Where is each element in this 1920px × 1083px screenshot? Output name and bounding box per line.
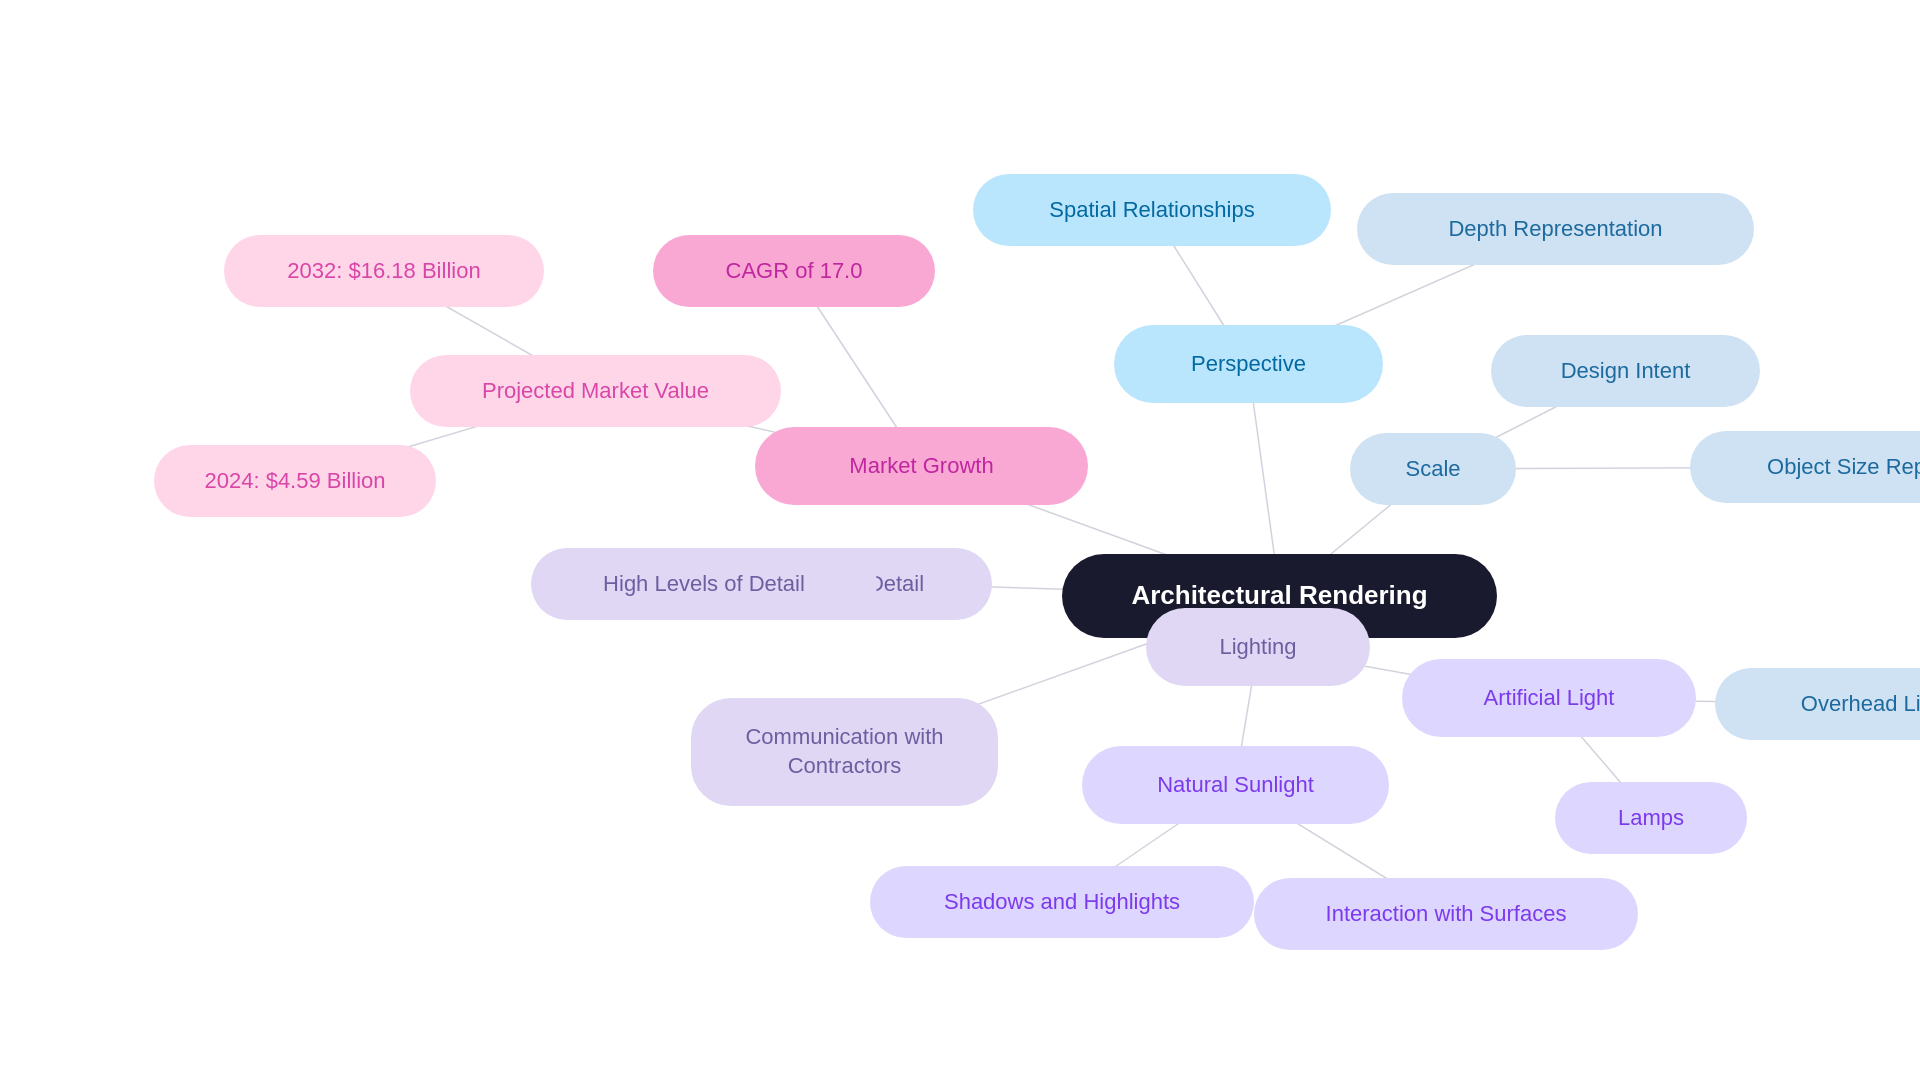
node-obj_size-label: Object Size Representation [1767,453,1920,482]
node-shadows-label: Shadows and Highlights [944,888,1180,917]
node-design_intent[interactable]: Design Intent [1491,335,1760,407]
node-interaction-label: Interaction with Surfaces [1326,900,1567,929]
node-perspective-label: Perspective [1191,350,1306,379]
node-val2024[interactable]: 2024: $4.59 Billion [154,445,436,517]
node-lamps-label: Lamps [1618,804,1684,833]
node-val2024-label: 2024: $4.59 Billion [204,467,385,496]
node-val2032-label: 2032: $16.18 Billion [287,257,480,286]
node-depth-label: Depth Representation [1448,215,1662,244]
node-lighting[interactable]: Lighting [1146,608,1370,686]
node-design_intent-label: Design Intent [1561,357,1691,386]
node-obj_size[interactable]: Object Size Representation [1690,431,1920,503]
node-comm_contractors-label: Communication with Contractors [719,723,970,780]
node-cagr-label: CAGR of 17.0 [726,257,863,286]
node-val2032[interactable]: 2032: $16.18 Billion [224,235,544,307]
mind-map-canvas: Architectural RenderingMarket GrowthCAGR… [0,0,1920,1083]
node-lighting-label: Lighting [1219,633,1296,662]
node-scale[interactable]: Scale [1350,433,1516,505]
node-natural_sun[interactable]: Natural Sunlight [1082,746,1389,824]
node-lamps[interactable]: Lamps [1555,782,1747,854]
node-spatial[interactable]: Spatial Relationships [973,174,1331,246]
node-shadows[interactable]: Shadows and Highlights [870,866,1254,938]
node-artificial[interactable]: Artificial Light [1402,659,1696,737]
node-interaction[interactable]: Interaction with Surfaces [1254,878,1638,950]
node-natural_sun-label: Natural Sunlight [1157,771,1314,800]
node-market_growth-label: Market Growth [849,452,993,481]
node-high_detail-label: High Levels of Detail [603,570,805,599]
node-spatial-label: Spatial Relationships [1049,196,1254,225]
node-artificial-label: Artificial Light [1484,684,1615,713]
node-high_detail[interactable]: High Levels of Detail [531,548,877,620]
node-scale-label: Scale [1405,455,1460,484]
node-projected[interactable]: Projected Market Value [410,355,781,427]
node-projected-label: Projected Market Value [482,377,709,406]
node-perspective[interactable]: Perspective [1114,325,1383,403]
node-depth[interactable]: Depth Representation [1357,193,1754,265]
node-cagr[interactable]: CAGR of 17.0 [653,235,935,307]
node-market_growth[interactable]: Market Growth [755,427,1088,505]
node-comm_contractors[interactable]: Communication with Contractors [691,698,998,806]
node-overhead-label: Overhead Lights [1801,690,1920,719]
node-overhead[interactable]: Overhead Lights [1715,668,1920,740]
